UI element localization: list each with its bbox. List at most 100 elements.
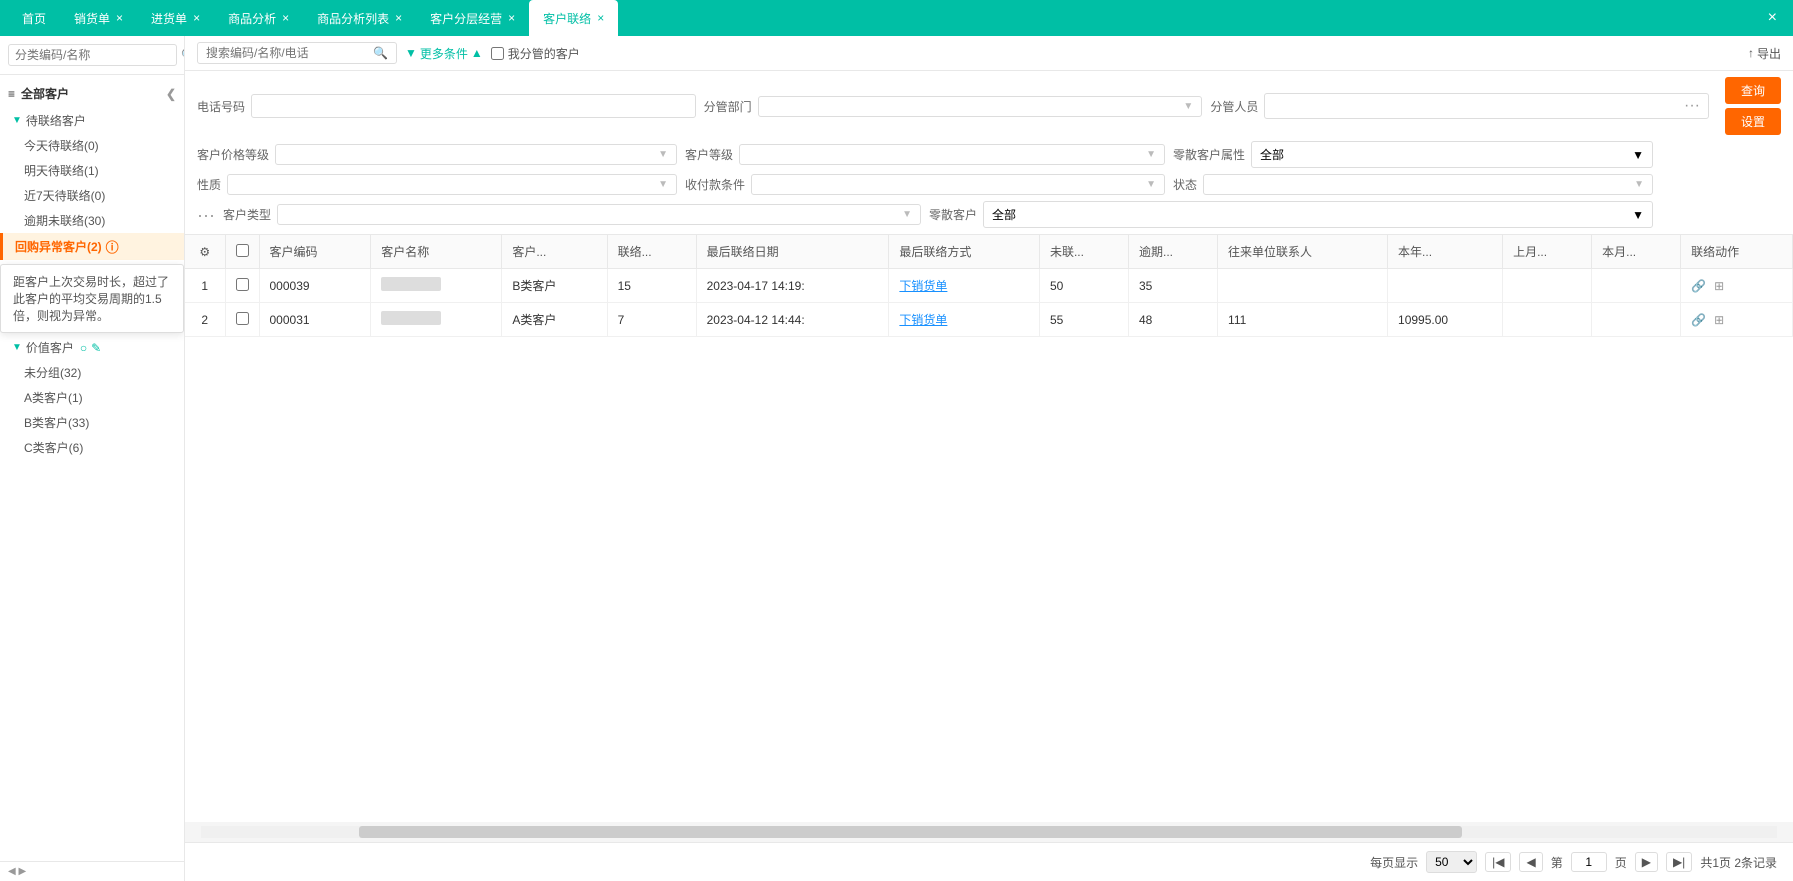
th-settings[interactable]: ⚙ [185, 235, 225, 269]
td-name2 [371, 303, 502, 337]
td-checkbox[interactable] [225, 269, 259, 303]
payment-select[interactable]: ▼ [751, 174, 1165, 195]
sidebar: 🔍 ≡ 全部客户 ❮ ▼ 待联络客户 今天待联络(0) 明天待联络(1) 近7天… [0, 36, 185, 881]
nav-sales-order[interactable]: 销货单 × [60, 0, 137, 36]
customer-level-select[interactable]: ▼ [739, 144, 1165, 165]
td-checkbox2[interactable] [225, 303, 259, 337]
chevron-down-icon7: ▼ [1634, 179, 1644, 190]
link-method2[interactable]: 下销货单 [899, 313, 947, 327]
search-icon[interactable]: 🔍 [373, 46, 388, 60]
prev-page-button[interactable]: ◀ [1519, 852, 1542, 872]
table-row: 2 000031 A类客户 7 2023-04-12 14:44: 下销货单 5… [185, 303, 1793, 337]
th-name: 客户名称 [371, 235, 502, 269]
person-select[interactable]: ··· [1264, 93, 1709, 119]
td-not-contacted2: 55 [1039, 303, 1128, 337]
phone-input[interactable] [251, 94, 696, 118]
nav-home[interactable]: 首页 [8, 0, 60, 36]
chevron-down-icon3: ▼ [1146, 149, 1156, 160]
td-this-month2 [1592, 303, 1681, 337]
sidebar-item-7days-contact[interactable]: 近7天待联络(0) [0, 183, 184, 208]
sidebar-item-repurchase-anomaly[interactable]: 回购异常客户(2) ⓘ [0, 233, 184, 260]
th-contact-person: 往来单位联系人 [1218, 235, 1388, 269]
close-icon[interactable]: × [193, 11, 200, 25]
select-all-checkbox[interactable] [236, 244, 249, 257]
export-button[interactable]: ↑ 导出 [1748, 45, 1781, 62]
last-page-button[interactable]: ▶| [1666, 852, 1692, 872]
td-type2: A类客户 [502, 303, 607, 337]
table-row: 1 000039 B类客户 15 2023-04-17 14:19: 下销货单 … [185, 269, 1793, 303]
nav-customer-contact[interactable]: 客户联络 × [529, 0, 618, 36]
edit-icon[interactable]: ✎ [91, 341, 101, 355]
th-not-contacted: 未联... [1039, 235, 1128, 269]
th-checkbox[interactable] [225, 235, 259, 269]
customer-type-select[interactable]: ▼ [277, 204, 921, 225]
close-all-icon[interactable]: × [1768, 9, 1777, 27]
info-icon[interactable]: ⓘ [106, 237, 119, 256]
table-header-row: ⚙ 客户编码 客户名称 客户... 联络... 最后联络日期 最后联络方式 未联… [185, 235, 1793, 269]
scrollbar-thumb[interactable] [359, 826, 1462, 838]
th-action: 联络动作 [1681, 235, 1793, 269]
horizontal-scrollbar[interactable] [201, 826, 1777, 838]
row-checkbox2[interactable] [236, 312, 249, 325]
close-icon[interactable]: × [508, 11, 515, 25]
search-input[interactable] [206, 46, 373, 60]
page-size-select[interactable]: 50 20 100 [1426, 851, 1477, 873]
first-page-button[interactable]: |◀ [1485, 852, 1511, 872]
table-area: ⚙ 客户编码 客户名称 客户... 联络... 最后联络日期 最后联络方式 未联… [185, 235, 1793, 822]
grid-action-icon[interactable]: ⊞ [1714, 279, 1724, 293]
status-select[interactable]: ▼ [1203, 174, 1653, 195]
next-page-button[interactable]: ▶ [1635, 852, 1658, 872]
page-number-input[interactable] [1571, 852, 1607, 872]
dept-select[interactable]: ▼ [758, 96, 1203, 117]
sidebar-all-customers[interactable]: ≡ 全部客户 ❮ [0, 79, 184, 108]
close-icon[interactable]: × [116, 11, 123, 25]
th-last-method: 最后联络方式 [889, 235, 1040, 269]
set-button[interactable]: 设置 [1725, 108, 1781, 135]
main-layout: 🔍 ≡ 全部客户 ❮ ▼ 待联络客户 今天待联络(0) 明天待联络(1) 近7天… [0, 36, 1793, 881]
query-button[interactable]: 查询 [1725, 77, 1781, 104]
field-status: 状态 ▼ [1173, 174, 1653, 195]
close-icon[interactable]: × [597, 11, 604, 25]
link-action-icon2[interactable]: 🔗 [1691, 313, 1706, 327]
sidebar-group-waiting[interactable]: ▼ 待联络客户 [0, 108, 184, 133]
sidebar-item-class-b[interactable]: B类客户(33) [0, 410, 184, 435]
close-icon[interactable]: × [282, 11, 289, 25]
sidebar-item-unclassified[interactable]: 未分组(32) [0, 360, 184, 385]
sidebar-item-class-a[interactable]: A类客户(1) [0, 385, 184, 410]
retail-customer-select[interactable]: 全部 ▼ [983, 201, 1653, 228]
row-checkbox[interactable] [236, 278, 249, 291]
retail-attr-select[interactable]: 全部 ▼ [1251, 141, 1653, 168]
nav-product-analysis[interactable]: 商品分析 × [214, 0, 303, 36]
td-not-contacted: 50 [1039, 269, 1128, 303]
sidebar-item-overdue-contact[interactable]: 逾期未联络(30) [0, 208, 184, 233]
circle-icon[interactable]: ○ [80, 341, 87, 355]
search-icon[interactable]: 🔍 [181, 48, 185, 62]
action-icons: 🔗 ⊞ [1691, 279, 1782, 293]
action-buttons: 查询 设置 [1725, 77, 1781, 135]
sidebar-bottom: ◀ ▶ [0, 861, 184, 881]
td-name [371, 269, 502, 303]
collapse-icon[interactable]: ❮ [166, 87, 176, 101]
sidebar-item-class-c[interactable]: C类客户(6) [0, 435, 184, 460]
pagination: 每页显示 50 20 100 |◀ ◀ 第 页 ▶ ▶| 共1页 2条记录 [185, 842, 1793, 881]
link-action-icon[interactable]: 🔗 [1691, 279, 1706, 293]
nav-purchase-order[interactable]: 进货单 × [137, 0, 214, 36]
grid-action-icon2[interactable]: ⊞ [1714, 313, 1724, 327]
td-action2: 🔗 ⊞ [1681, 303, 1793, 337]
sidebar-item-tomorrow-contact[interactable]: 明天待联络(1) [0, 158, 184, 183]
field-dept: 分管部门 ▼ [704, 96, 1203, 117]
nav-customer-segmentation[interactable]: 客户分层经营 × [416, 0, 529, 36]
sidebar-item-today-contact[interactable]: 今天待联络(0) [0, 133, 184, 158]
price-level-select[interactable]: ▼ [275, 144, 677, 165]
close-icon[interactable]: × [395, 11, 402, 25]
more-dots-button[interactable]: ··· [197, 206, 215, 224]
td-overdue: 35 [1129, 269, 1218, 303]
link-method[interactable]: 下销货单 [899, 279, 947, 293]
my-customers-checkbox[interactable] [491, 47, 504, 60]
sidebar-search-input[interactable] [8, 44, 177, 66]
sidebar-scroll-arrows[interactable]: ◀ ▶ [8, 866, 26, 877]
more-conditions-button[interactable]: ▼ 更多条件 ▲ [405, 45, 483, 62]
nav-product-analysis-list[interactable]: 商品分析列表 × [303, 0, 416, 36]
nature-select[interactable]: ▼ [227, 174, 677, 195]
td-overdue2: 48 [1129, 303, 1218, 337]
